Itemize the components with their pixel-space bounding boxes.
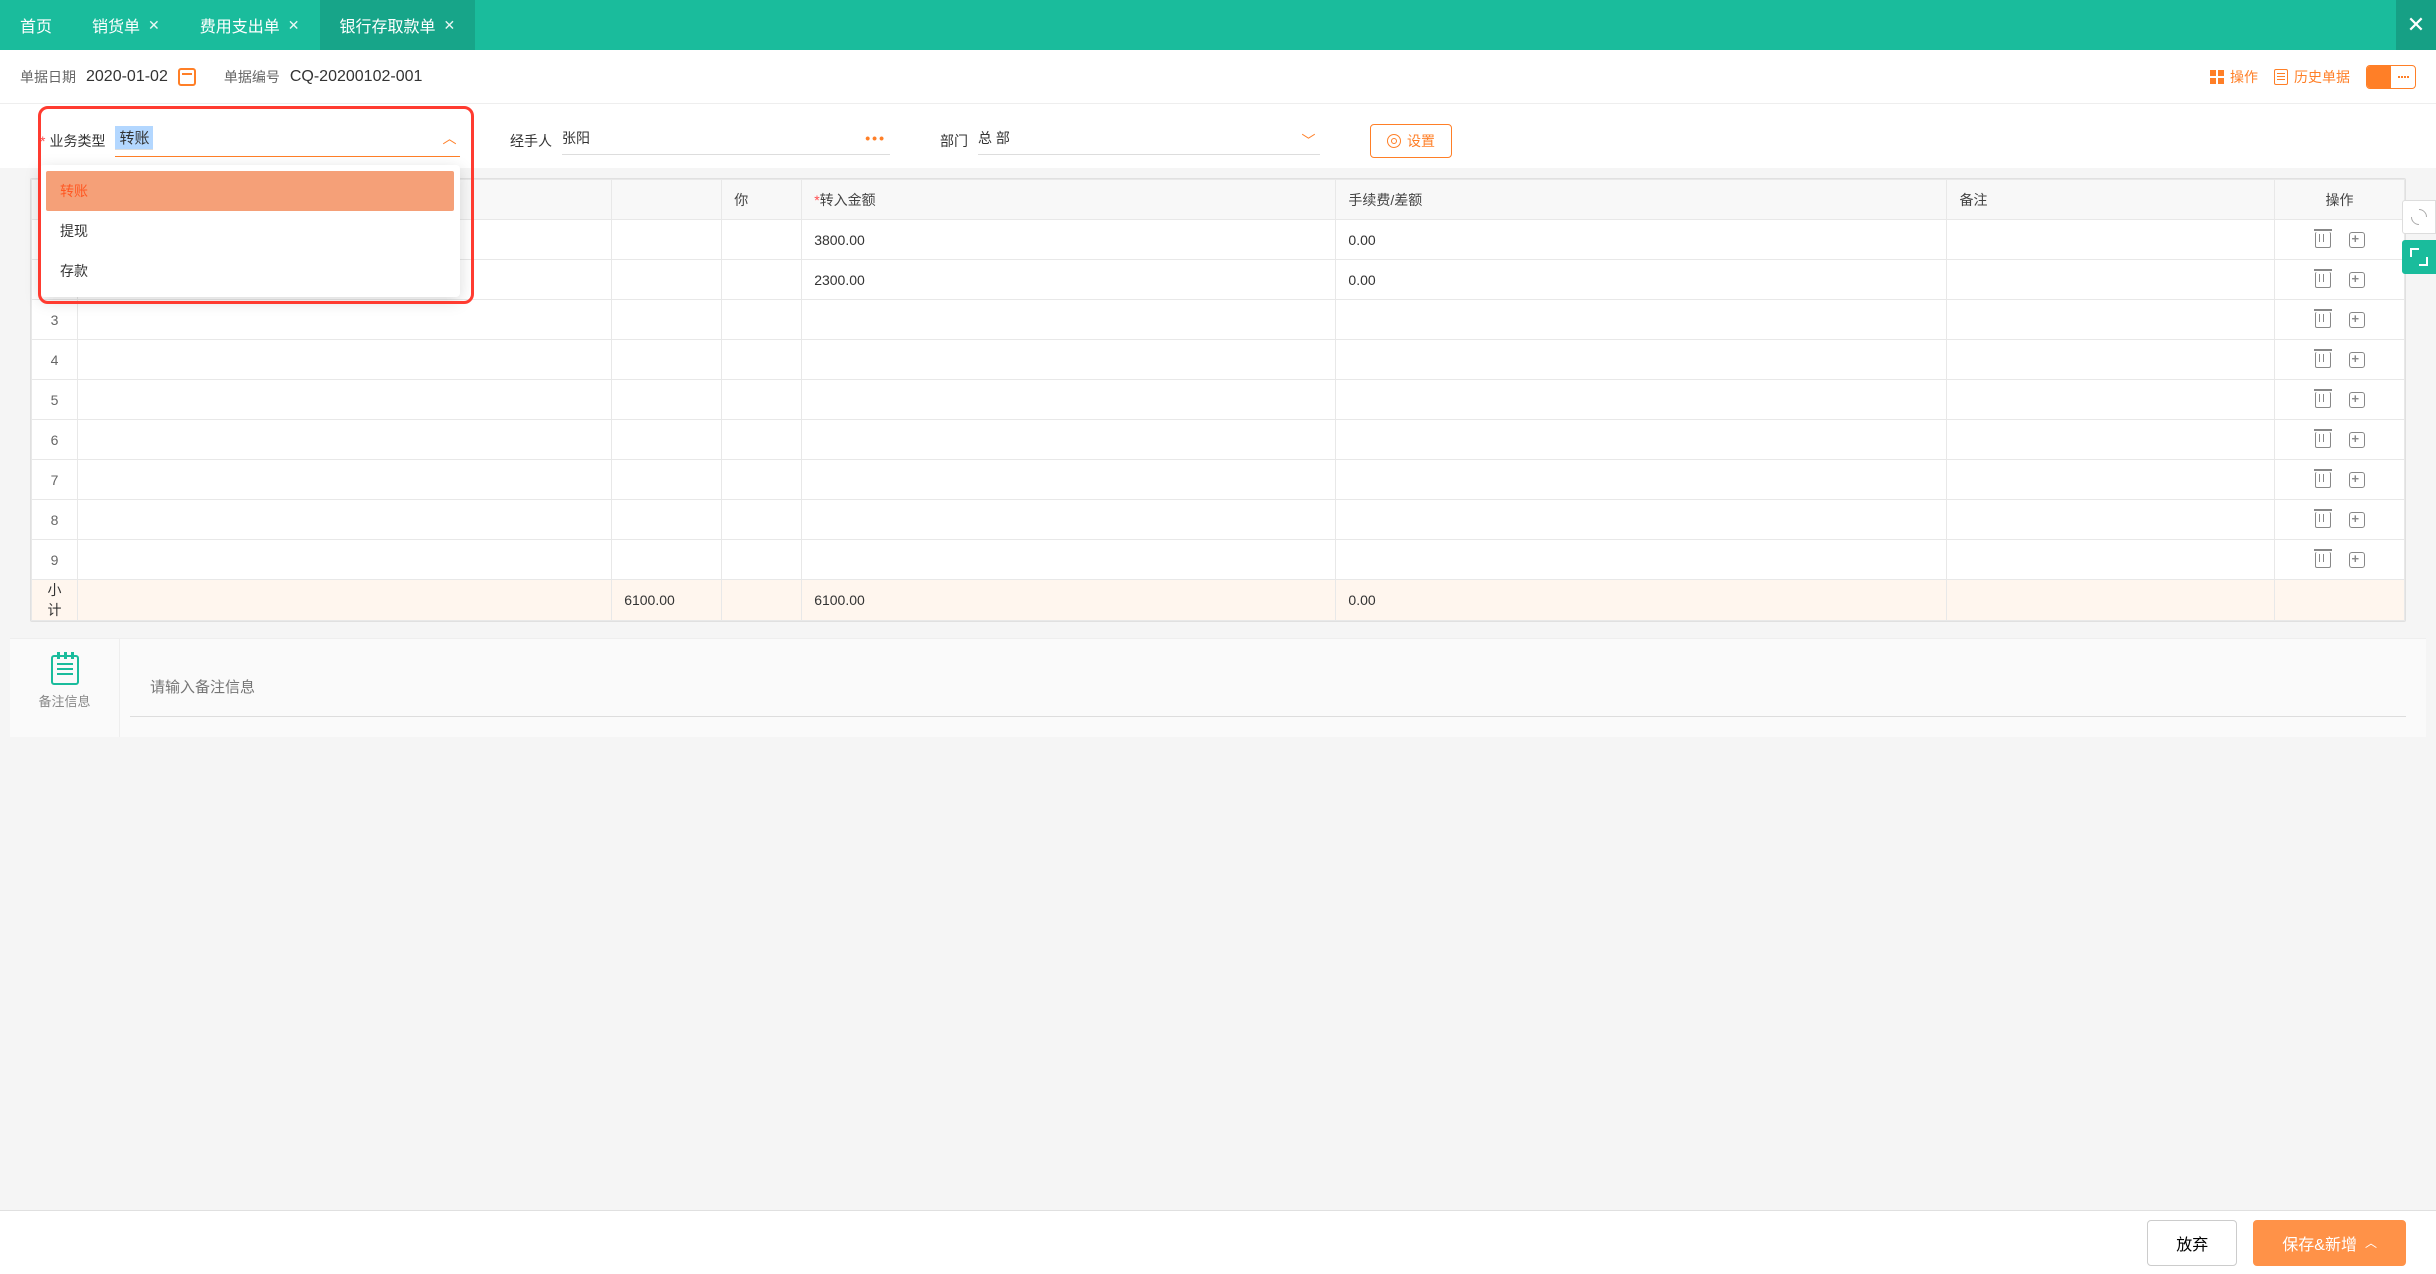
- close-icon[interactable]: ✕: [444, 17, 456, 34]
- table-row[interactable]: 4: [32, 340, 2405, 380]
- option-transfer[interactable]: 转账: [46, 171, 454, 211]
- biztype-select[interactable]: 转账 〈: [115, 126, 460, 157]
- delete-icon[interactable]: [2315, 392, 2331, 408]
- copy-icon[interactable]: [2349, 552, 2365, 568]
- chevron-up-icon: 〈: [439, 131, 459, 145]
- footer-bar: 放弃 保存&新增︿: [0, 1210, 2436, 1274]
- delete-icon[interactable]: [2315, 432, 2331, 448]
- header-bar: 单据日期 2020-01-02 单据编号 CQ-20200102-001 操作 …: [0, 50, 2436, 104]
- copy-icon[interactable]: [2349, 272, 2365, 288]
- docno-value: CQ-20200102-001: [290, 68, 423, 86]
- note-icon: [51, 655, 79, 685]
- copy-icon[interactable]: [2349, 432, 2365, 448]
- chevron-up-icon: ︿: [2365, 1234, 2377, 1251]
- close-icon[interactable]: ✕: [148, 17, 160, 34]
- delete-icon[interactable]: [2315, 552, 2331, 568]
- tab-bank[interactable]: 银行存取款单✕: [320, 0, 476, 50]
- handler-field: 经手人 张阳 •••: [510, 128, 890, 155]
- remark-input[interactable]: [130, 659, 2406, 717]
- delete-icon[interactable]: [2315, 272, 2331, 288]
- delete-icon[interactable]: [2315, 472, 2331, 488]
- more-icon[interactable]: •••: [865, 130, 886, 146]
- close-panel-button[interactable]: ✕: [2396, 0, 2436, 50]
- handler-input[interactable]: 张阳 •••: [562, 128, 890, 155]
- calendar-icon[interactable]: [178, 68, 196, 86]
- gear-icon: [1387, 134, 1401, 148]
- remark-label: 备注信息: [10, 639, 120, 737]
- option-withdraw[interactable]: 提现: [46, 211, 454, 251]
- col-in-amount: *转入金额: [802, 180, 1336, 220]
- form-row: *业务类型 转账 〈 .chev{transform:rotate(90deg)…: [0, 104, 2436, 168]
- view-toggle: [2366, 65, 2416, 89]
- docno-label: 单据编号: [224, 67, 280, 87]
- history-button[interactable]: 历史单据: [2274, 67, 2350, 87]
- operations-button[interactable]: 操作: [2210, 67, 2258, 87]
- document-icon: [2274, 69, 2288, 85]
- copy-icon[interactable]: [2349, 312, 2365, 328]
- dept-select[interactable]: 总 部 〈: [978, 128, 1320, 155]
- link-icon: [2408, 206, 2431, 229]
- biztype-dropdown: 转账 提现 存款: [40, 165, 460, 297]
- col-fee: 手续费/差额: [1336, 180, 1947, 220]
- delete-icon[interactable]: [2315, 512, 2331, 528]
- table-row[interactable]: 5: [32, 380, 2405, 420]
- delete-icon[interactable]: [2315, 312, 2331, 328]
- table-row[interactable]: 7: [32, 460, 2405, 500]
- col-remark: 备注: [1947, 180, 2275, 220]
- view-list-button[interactable]: [2367, 66, 2391, 88]
- col-in-account: 你: [722, 180, 802, 220]
- close-icon[interactable]: ✕: [288, 17, 300, 34]
- date-value[interactable]: 2020-01-02: [86, 68, 168, 86]
- expand-icon: [2412, 250, 2426, 264]
- copy-icon[interactable]: [2349, 392, 2365, 408]
- table-row[interactable]: 9: [32, 540, 2405, 580]
- option-deposit[interactable]: 存款: [46, 251, 454, 291]
- discard-button[interactable]: 放弃: [2147, 1220, 2237, 1266]
- col-action: 操作: [2275, 180, 2405, 220]
- settings-button[interactable]: 设置: [1370, 124, 1452, 158]
- view-grid-button[interactable]: [2391, 66, 2415, 88]
- copy-icon[interactable]: [2349, 232, 2365, 248]
- table-row[interactable]: 8: [32, 500, 2405, 540]
- chevron-down-icon: 〈: [1299, 133, 1319, 147]
- tab-expense[interactable]: 费用支出单✕: [180, 0, 320, 50]
- remark-section: 备注信息: [10, 638, 2426, 737]
- grid-icon: [2210, 70, 2224, 84]
- biztype-field: *业务类型 转账 〈 .chev{transform:rotate(90deg)…: [40, 126, 460, 157]
- table-row[interactable]: 6: [32, 420, 2405, 460]
- delete-icon[interactable]: [2315, 352, 2331, 368]
- copy-icon[interactable]: [2349, 352, 2365, 368]
- copy-icon[interactable]: [2349, 512, 2365, 528]
- tabs-bar: 首页 销货单✕ 费用支出单✕ 银行存取款单✕ ✕: [0, 0, 2436, 50]
- tab-home[interactable]: 首页: [0, 0, 72, 50]
- date-label: 单据日期: [20, 67, 76, 87]
- delete-icon[interactable]: [2315, 232, 2331, 248]
- copy-icon[interactable]: [2349, 472, 2365, 488]
- tab-sales[interactable]: 销货单✕: [72, 0, 180, 50]
- dept-field: 部门 总 部 〈: [940, 128, 1320, 155]
- attachment-button[interactable]: [2402, 200, 2436, 234]
- save-button[interactable]: 保存&新增︿: [2253, 1220, 2406, 1266]
- col-out-amount: [612, 180, 722, 220]
- subtotal-row: 小计 6100.00 6100.00 0.00: [32, 580, 2405, 621]
- expand-button[interactable]: [2402, 240, 2436, 274]
- table-row[interactable]: 3: [32, 300, 2405, 340]
- right-rail: [2402, 200, 2436, 274]
